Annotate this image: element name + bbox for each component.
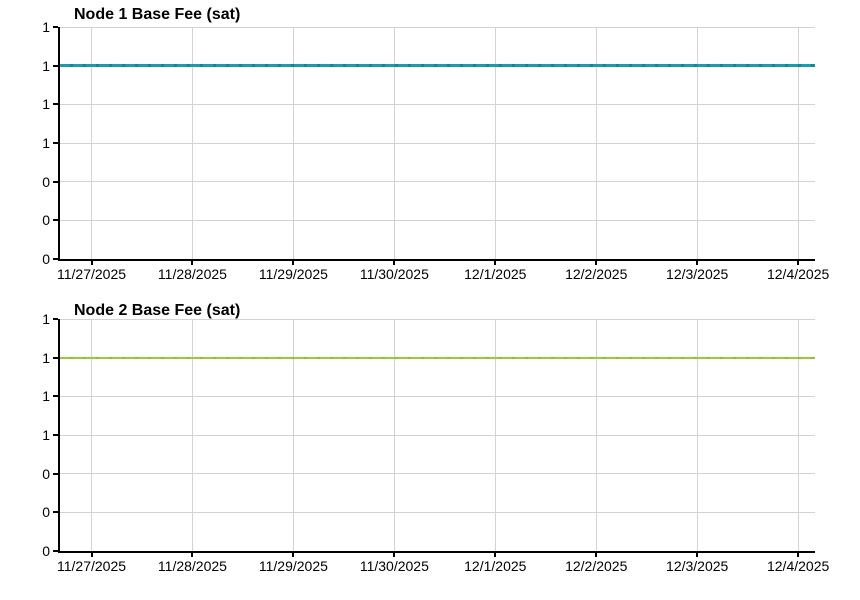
y-tick-label: 1 xyxy=(0,19,50,35)
x-axis-tick xyxy=(91,553,93,557)
v-gridline xyxy=(394,319,395,551)
plot-area xyxy=(58,319,815,553)
h-gridline xyxy=(60,220,815,221)
y-tick-label: 0 xyxy=(0,466,50,482)
h-gridline xyxy=(60,181,815,182)
y-axis-tick xyxy=(53,357,58,359)
v-gridline xyxy=(192,27,193,259)
x-axis-tick xyxy=(797,261,799,265)
x-axis-tick xyxy=(292,553,294,557)
y-axis-tick xyxy=(53,65,58,67)
h-gridline xyxy=(60,435,815,436)
v-gridline xyxy=(596,27,597,259)
y-axis-tick xyxy=(53,434,58,436)
y-axis-tick xyxy=(53,219,58,221)
y-axis-tick xyxy=(53,258,58,260)
h-gridline xyxy=(60,396,815,397)
x-axis-tick xyxy=(696,553,698,557)
h-gridline xyxy=(60,473,815,474)
series-line-1 xyxy=(60,64,815,67)
x-axis-tick xyxy=(292,261,294,265)
y-axis-tick xyxy=(53,181,58,183)
v-gridline xyxy=(293,27,294,259)
h-gridline xyxy=(60,143,815,144)
x-axis-tick xyxy=(494,553,496,557)
v-gridline xyxy=(495,27,496,259)
x-axis-tick xyxy=(393,553,395,557)
h-gridline xyxy=(60,27,815,28)
chart-title-node-2: Node 2 Base Fee (sat) xyxy=(74,301,240,320)
y-tick-label: 0 xyxy=(0,251,50,267)
x-axis-tick xyxy=(696,261,698,265)
y-tick-label: 1 xyxy=(0,311,50,327)
v-gridline xyxy=(91,319,92,551)
y-axis-tick xyxy=(53,550,58,552)
v-gridline xyxy=(697,319,698,551)
h-gridline xyxy=(60,319,815,320)
x-axis-tick xyxy=(191,261,193,265)
y-axis-tick xyxy=(53,103,58,105)
x-axis-tick xyxy=(494,261,496,265)
x-tick-label: 12/4/2025 xyxy=(738,266,858,282)
v-gridline xyxy=(798,27,799,259)
x-tick-label: 12/4/2025 xyxy=(738,558,858,574)
y-tick-label: 0 xyxy=(0,212,50,228)
v-gridline xyxy=(192,319,193,551)
y-tick-label: 1 xyxy=(0,427,50,443)
v-gridline xyxy=(798,319,799,551)
v-gridline xyxy=(495,319,496,551)
v-gridline xyxy=(91,27,92,259)
x-axis-tick xyxy=(191,553,193,557)
y-tick-label: 1 xyxy=(0,58,50,74)
y-axis-tick xyxy=(53,318,58,320)
y-tick-label: 1 xyxy=(0,388,50,404)
chart-title-node-1: Node 1 Base Fee (sat) xyxy=(74,5,240,24)
v-gridline xyxy=(697,27,698,259)
y-tick-label: 0 xyxy=(0,543,50,559)
y-axis-tick xyxy=(53,395,58,397)
v-gridline xyxy=(596,319,597,551)
y-axis-tick xyxy=(53,142,58,144)
x-axis-tick xyxy=(91,261,93,265)
chart-page: Node 1 Base Fee (sat) 111100011/27/20251… xyxy=(0,0,860,600)
y-tick-label: 0 xyxy=(0,504,50,520)
y-axis-tick xyxy=(53,473,58,475)
series-line-2 xyxy=(60,357,815,359)
v-gridline xyxy=(293,319,294,551)
base-fee-chart-node-2: Node 2 Base Fee (sat) 111100011/27/20251… xyxy=(0,291,860,582)
x-axis-tick xyxy=(595,261,597,265)
y-tick-label: 1 xyxy=(0,350,50,366)
y-axis-tick xyxy=(53,26,58,28)
h-gridline xyxy=(60,104,815,105)
y-tick-label: 1 xyxy=(0,135,50,151)
plot-area xyxy=(58,27,815,261)
y-axis-tick xyxy=(53,511,58,513)
y-tick-label: 1 xyxy=(0,96,50,112)
x-axis-tick xyxy=(393,261,395,265)
v-gridline xyxy=(394,27,395,259)
y-tick-label: 0 xyxy=(0,174,50,190)
x-axis-tick xyxy=(595,553,597,557)
h-gridline xyxy=(60,512,815,513)
x-axis-tick xyxy=(797,553,799,557)
base-fee-chart-node-1: Node 1 Base Fee (sat) 111100011/27/20251… xyxy=(0,0,860,291)
